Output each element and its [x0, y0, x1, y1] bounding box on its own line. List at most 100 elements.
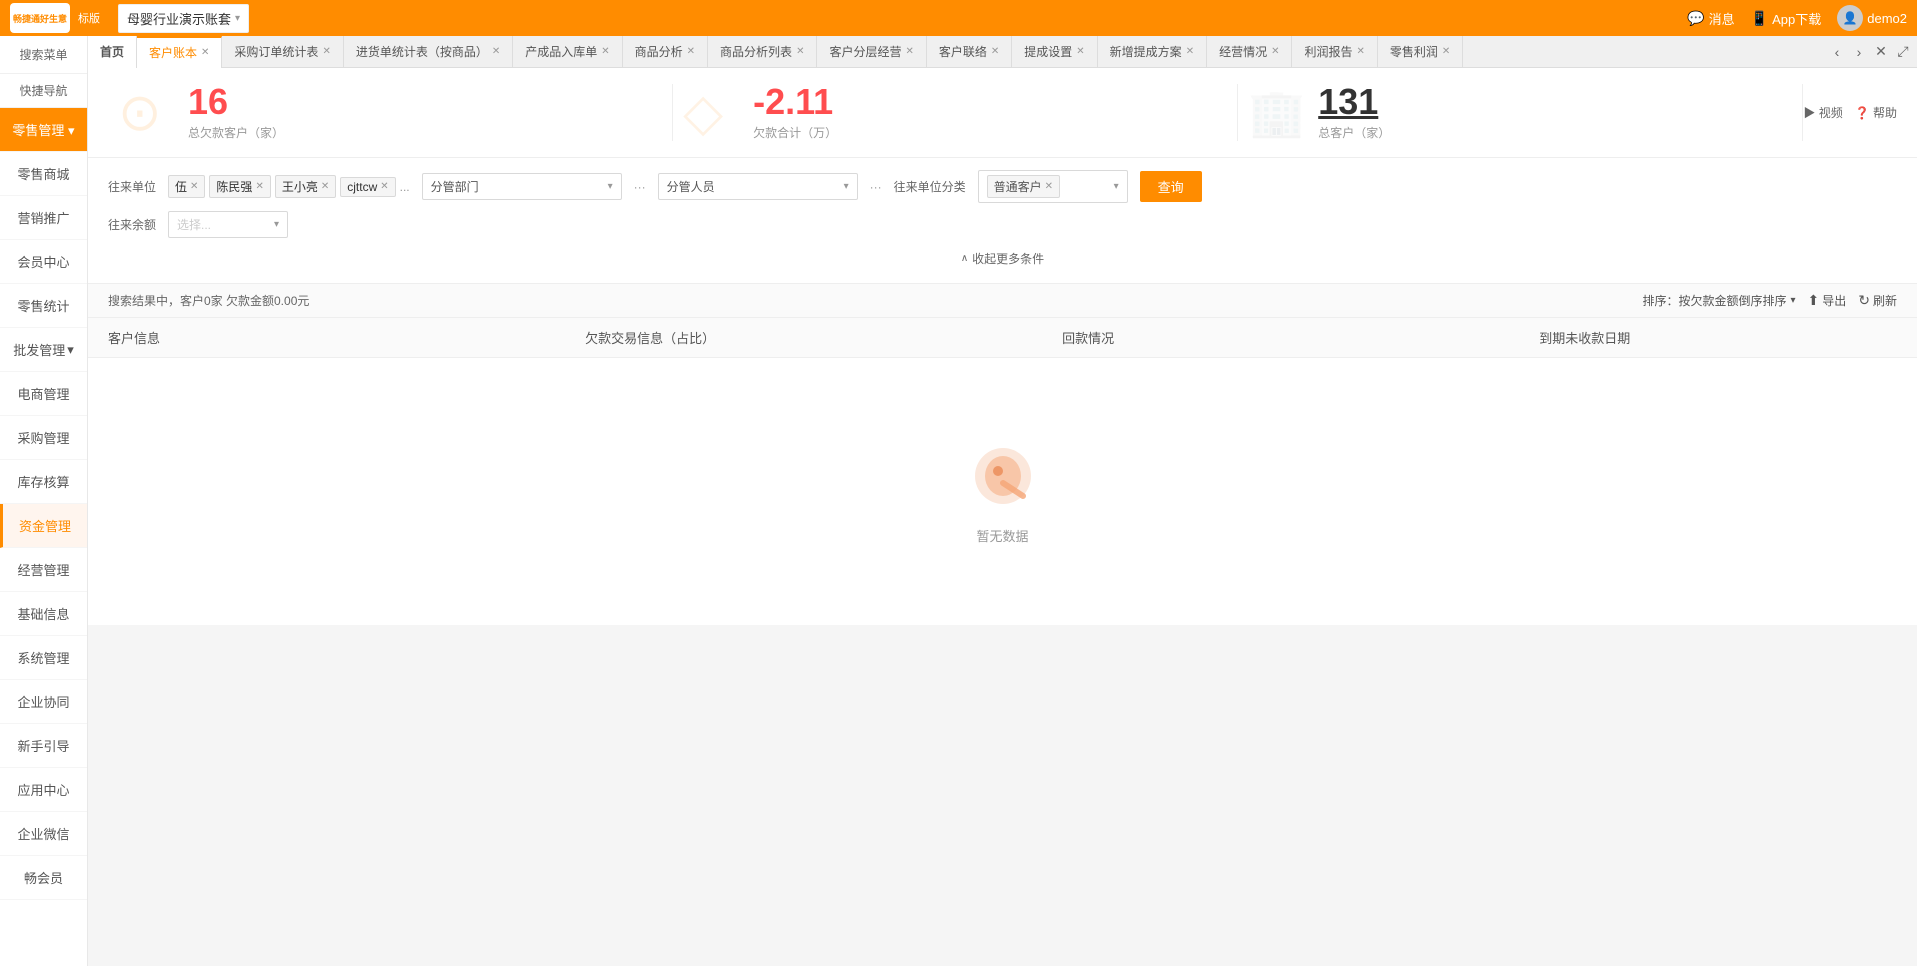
tab-close-commission-settings[interactable]: ✕ — [1076, 46, 1084, 57]
export-btn[interactable]: ⬆ 导出 — [1808, 292, 1847, 309]
filter-tag-wang: 王小亮 ✕ — [275, 175, 336, 198]
tab-commission-settings[interactable]: 提成设置 ✕ — [1012, 36, 1097, 68]
sidebar-item-retail-mgmt[interactable]: 零售管理 ▾ — [0, 108, 87, 152]
message-button[interactable]: 💬 消息 — [1687, 9, 1734, 28]
tab-close-purchase-goods[interactable]: ✕ — [492, 46, 500, 57]
tab-retail-profit[interactable]: 零售利润 ✕ — [1378, 36, 1463, 68]
tab-new-commission[interactable]: 新增提成方案 ✕ — [1098, 36, 1207, 68]
collapse-btn[interactable]: ∧ 收起更多条件 — [961, 250, 1044, 267]
stats-debt-total-value: -2.11 — [753, 84, 837, 120]
person-more-btn[interactable]: ··· — [870, 180, 882, 194]
sidebar-item-enterprise-wechat[interactable]: 企业微信 — [0, 812, 87, 856]
sidebar-item-vip-member[interactable]: 畅会员 — [0, 856, 87, 900]
tab-prev-btn[interactable]: ‹ — [1827, 42, 1847, 62]
tab-close-finished-goods[interactable]: ✕ — [601, 46, 609, 57]
remove-tag-chen[interactable]: ✕ — [255, 181, 263, 192]
sidebar-item-basic-info[interactable]: 基础信息 — [0, 592, 87, 636]
top-bar: 畅捷通好生意 标版 母婴行业演示账套 ▾ 💬 消息 📱 App下载 👤 demo… — [0, 0, 1917, 36]
tab-close-goods-analysis-list[interactable]: ✕ — [796, 46, 804, 57]
tab-customer-contact[interactable]: 客户联络 ✕ — [927, 36, 1012, 68]
tab-close-customer-ledger[interactable]: ✕ — [201, 47, 209, 58]
tab-customer-tier[interactable]: 客户分层经营 ✕ — [817, 36, 926, 68]
sidebar-item-system-mgmt[interactable]: 系统管理 — [0, 636, 87, 680]
sidebar-item-new-guide[interactable]: 新手引导 — [0, 724, 87, 768]
empty-text: 暂无数据 — [976, 526, 1028, 545]
col-customer-info: 客户信息 — [108, 328, 585, 347]
sidebar-item-member-center[interactable]: 会员中心 — [0, 240, 87, 284]
filter-more-tags[interactable]: ... — [400, 180, 410, 194]
tab-finished-goods[interactable]: 产成品入库单 ✕ — [513, 36, 622, 68]
tab-goods-analysis[interactable]: 商品分析 ✕ — [623, 36, 708, 68]
tab-purchase-goods[interactable]: 进货单统计表（按商品） ✕ — [344, 36, 513, 68]
stats-debt-total-label: 欠款合计（万） — [753, 124, 837, 141]
remove-tag-normal-customer[interactable]: ✕ — [1045, 181, 1053, 192]
sidebar-item-finance-mgmt[interactable]: 资金管理 — [0, 504, 87, 548]
sidebar-item-purchase-mgmt[interactable]: 采购管理 — [0, 416, 87, 460]
dept-more-btn[interactable]: ··· — [634, 180, 646, 194]
tab-maximize-btn[interactable]: ⤢ — [1893, 42, 1913, 62]
remove-tag-wang[interactable]: ✕ — [321, 181, 329, 192]
page-content: ⊙ 16 总欠款客户（家） ◇ -2.11 欠款合计（万） — [88, 68, 1917, 966]
sidebar-search-btn[interactable]: 搜索菜单 — [0, 36, 87, 74]
sidebar-item-ops-mgmt[interactable]: 经营管理 — [0, 548, 87, 592]
tab-close-retail-profit[interactable]: ✕ — [1442, 46, 1450, 57]
results-actions: 排序：按欠款金额倒序排序 ▾ ⬆ 导出 ↻ 刷新 — [1642, 292, 1897, 309]
sidebar-item-inventory[interactable]: 库存核算 — [0, 460, 87, 504]
sort-select[interactable]: 排序：按欠款金额倒序排序 ▾ — [1642, 292, 1795, 309]
tab-close-new-commission[interactable]: ✕ — [1186, 46, 1194, 57]
sidebar-item-marketing[interactable]: 营销推广 — [0, 196, 87, 240]
tab-next-btn[interactable]: › — [1849, 42, 1869, 62]
sidebar-item-ecommerce-mgmt[interactable]: 电商管理 — [0, 372, 87, 416]
unit-class-select[interactable]: 普通客户 ✕ ▾ — [978, 170, 1128, 203]
filter-row-1: 往来单位 伍 ✕ 陈民强 ✕ 王小亮 — [108, 170, 1897, 203]
sidebar-item-app-center[interactable]: 应用中心 — [0, 768, 87, 812]
balance-select[interactable]: 选择... ▾ — [168, 211, 288, 238]
tab-profit-report[interactable]: 利润报告 ✕ — [1292, 36, 1377, 68]
tab-close-customer-contact[interactable]: ✕ — [991, 46, 999, 57]
main-layout: 搜索菜单 快捷导航 零售管理 ▾ 零售商城 营销推广 会员中心 零售统计 批发管… — [0, 36, 1917, 966]
tab-close-goods-analysis[interactable]: ✕ — [687, 46, 695, 57]
remove-tag-cjttcw[interactable]: ✕ — [380, 181, 388, 192]
tab-close-business-status[interactable]: ✕ — [1271, 46, 1279, 57]
tab-customer-ledger[interactable]: 客户账本 ✕ — [137, 36, 222, 68]
stats-debt-total: ◇ -2.11 欠款合计（万） — [673, 84, 1238, 141]
stats-total-customers: 🏢 131 总客户（家） — [1238, 84, 1803, 141]
remove-tag-wu[interactable]: ✕ — [190, 181, 198, 192]
tab-goods-analysis-list[interactable]: 商品分析列表 ✕ — [708, 36, 817, 68]
refresh-icon: ↻ — [1858, 292, 1870, 309]
sidebar-item-retail-stats[interactable]: 零售统计 — [0, 284, 87, 328]
tab-home[interactable]: 首页 — [88, 36, 137, 68]
balance-filter-label: 往来余额 — [108, 216, 156, 233]
results-info: 搜索结果中，客户0家 欠款金额0.00元 — [108, 292, 309, 309]
person-select[interactable]: 分管人员 ▾ — [658, 173, 858, 200]
refresh-btn[interactable]: ↻ 刷新 — [1858, 292, 1897, 309]
sidebar-item-wholesale-mgmt[interactable]: 批发管理 ▾ — [0, 328, 87, 372]
dept-select[interactable]: 分管部门 ▾ — [422, 173, 622, 200]
user-avatar: 👤 — [1837, 5, 1863, 31]
tab-close-customer-tier[interactable]: ✕ — [905, 46, 913, 57]
sidebar-quick-nav-btn[interactable]: 快捷导航 — [0, 74, 87, 108]
tab-business-status[interactable]: 经营情况 ✕ — [1207, 36, 1292, 68]
video-btn[interactable]: ▶ 视频 — [1803, 104, 1842, 121]
help-btn[interactable]: ❓ 帮助 — [1855, 104, 1897, 121]
sidebar-item-retail-mall[interactable]: 零售商城 — [0, 152, 87, 196]
table-area: 客户信息 欠款交易信息（占比） 回款情况 到期未收款日期 暂无 — [88, 318, 1917, 625]
tab-close-all-btn[interactable]: ✕ — [1871, 42, 1891, 62]
sector-dropdown[interactable]: 母婴行业演示账套 ▾ — [118, 4, 249, 33]
app-download-button[interactable]: 📱 App下载 — [1751, 9, 1822, 28]
sidebar-item-enterprise-collab[interactable]: 企业协同 — [0, 680, 87, 724]
app-logo: 畅捷通好生意 — [10, 3, 70, 33]
tab-close-purchase-stats[interactable]: ✕ — [322, 46, 330, 57]
query-button[interactable]: 查询 — [1140, 171, 1202, 202]
stats-bar: ⊙ 16 总欠款客户（家） ◇ -2.11 欠款合计（万） — [88, 68, 1917, 158]
filter-tag-wu: 伍 ✕ — [168, 175, 205, 198]
col-repayment: 回款情况 — [1062, 328, 1539, 347]
tab-close-profit-report[interactable]: ✕ — [1357, 46, 1365, 57]
filter-row-2: 往来余额 选择... ▾ — [108, 211, 1897, 238]
filter-tags: 伍 ✕ 陈民强 ✕ 王小亮 ✕ — [168, 175, 410, 198]
col-overdue-date: 到期未收款日期 — [1539, 328, 1897, 347]
tab-bar-controls: ‹ › ✕ ⤢ — [1827, 42, 1917, 62]
col-debt-info: 欠款交易信息（占比） — [585, 328, 1062, 347]
user-avatar-button[interactable]: 👤 demo2 — [1837, 5, 1907, 31]
tab-purchase-stats[interactable]: 采购订单统计表 ✕ — [222, 36, 343, 68]
